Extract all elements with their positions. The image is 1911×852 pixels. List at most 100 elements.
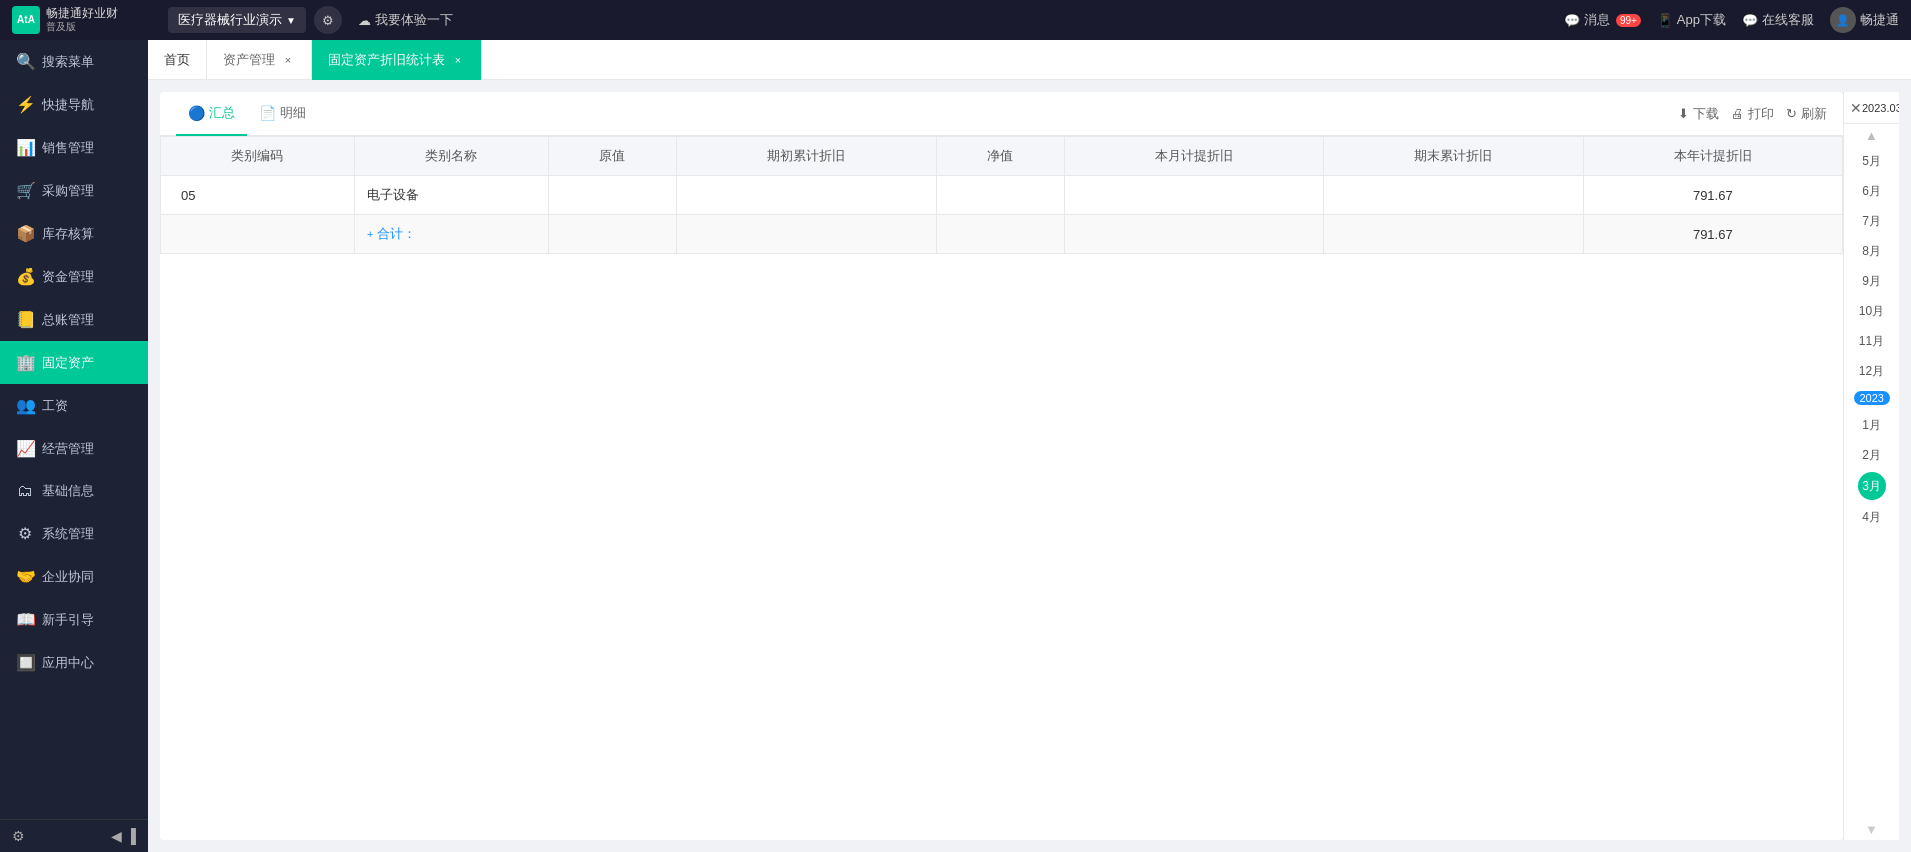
tab-depreciation-table[interactable]: 固定资产折旧统计表 × bbox=[312, 40, 482, 80]
sidebar-item-inventory[interactable]: 📦 库存核算 bbox=[0, 212, 148, 255]
sidebar-item-operations[interactable]: 📈 经营管理 bbox=[0, 427, 148, 470]
depreciation-table: 类别编码 类别名称 原值 期初累计折旧 净值 本月计提折旧 期末累计折旧 本年计… bbox=[160, 136, 1843, 254]
sidebar-item-cooperation[interactable]: 🤝 企业协同 bbox=[0, 555, 148, 598]
message-label: 消息 bbox=[1584, 11, 1610, 29]
month-2[interactable]: 2月 bbox=[1844, 440, 1899, 470]
month-10[interactable]: 10月 bbox=[1844, 296, 1899, 326]
tab-asset-mgmt[interactable]: 资产管理 × bbox=[207, 40, 312, 80]
sidebar-item-quick-nav[interactable]: ⚡ 快捷导航 bbox=[0, 83, 148, 126]
header-settings-button[interactable]: ⚙ bbox=[314, 6, 342, 34]
logo-text-block: 畅捷通好业财 普及版 bbox=[46, 6, 118, 34]
sidebar-item-app-center[interactable]: 🔲 应用中心 bbox=[0, 641, 148, 684]
sub-tab-detail[interactable]: 📄 明细 bbox=[247, 92, 318, 136]
download-label: 下载 bbox=[1693, 105, 1719, 123]
row-init-accum bbox=[677, 176, 936, 215]
cloud-icon: ☁ bbox=[358, 13, 371, 28]
right-panel-header: ✕ 2023.03 ⤢ bbox=[1844, 92, 1899, 124]
col-init-accum: 期初累计折旧 bbox=[677, 137, 936, 176]
col-original: 原值 bbox=[548, 137, 676, 176]
app-grid-icon: 🔲 bbox=[16, 653, 34, 672]
sidebar-label-quick-nav: 快捷导航 bbox=[42, 96, 94, 114]
tab-depreciation-label: 固定资产折旧统计表 bbox=[328, 51, 445, 69]
sidebar-item-fixed-assets[interactable]: 🏢 固定资产 bbox=[0, 341, 148, 384]
month-3-active[interactable]: 3月 bbox=[1844, 470, 1899, 502]
month-2-label: 2月 bbox=[1850, 442, 1894, 468]
experience-button[interactable]: ☁ 我要体验一下 bbox=[358, 11, 453, 29]
sum-init-accum bbox=[677, 215, 936, 254]
row-original bbox=[548, 176, 676, 215]
message-button[interactable]: 💬 消息 99+ bbox=[1564, 11, 1641, 29]
sidebar-item-guide[interactable]: 📖 新手引导 bbox=[0, 598, 148, 641]
tab-home[interactable]: 首页 bbox=[148, 40, 207, 80]
sidebar-item-basic-info[interactable]: 🗂 基础信息 bbox=[0, 470, 148, 512]
month-7[interactable]: 7月 bbox=[1844, 206, 1899, 236]
year-month-label: 2023.03 bbox=[1862, 102, 1899, 114]
sidebar-item-sales[interactable]: 📊 销售管理 bbox=[0, 126, 148, 169]
month-8[interactable]: 8月 bbox=[1844, 236, 1899, 266]
sub-tabs: 🔵 汇总 📄 明细 ⬇ 下载 🖨 打印 bbox=[160, 92, 1843, 136]
dropdown-icon: ▼ bbox=[286, 15, 296, 26]
month-9-label: 9月 bbox=[1850, 268, 1894, 294]
download-icon: ⬇ bbox=[1678, 106, 1689, 121]
sidebar-collapse-button[interactable]: ◀ ▐ bbox=[111, 828, 136, 844]
download-button[interactable]: ⬇ 下载 bbox=[1678, 105, 1719, 123]
month-12[interactable]: 12月 bbox=[1844, 356, 1899, 386]
sub-tab-summary[interactable]: 🔵 汇总 bbox=[176, 92, 247, 136]
sidebar-settings-button[interactable]: ⚙ bbox=[12, 828, 25, 844]
scroll-down-button[interactable]: ▼ bbox=[1844, 818, 1899, 840]
money-icon: 💰 bbox=[16, 267, 34, 286]
sidebar-label-search: 搜索菜单 bbox=[42, 53, 94, 71]
month-6[interactable]: 6月 bbox=[1844, 176, 1899, 206]
sum-year-depr: 791.67 bbox=[1583, 215, 1842, 254]
scroll-up-button[interactable]: ▲ bbox=[1844, 124, 1899, 146]
month-9[interactable]: 9月 bbox=[1844, 266, 1899, 296]
month-1-label: 1月 bbox=[1850, 412, 1894, 438]
month-5-label: 5月 bbox=[1850, 148, 1894, 174]
sidebar-item-search[interactable]: 🔍 搜索菜单 bbox=[0, 40, 148, 83]
month-5[interactable]: 5月 bbox=[1844, 146, 1899, 176]
month-1[interactable]: 1月 bbox=[1844, 410, 1899, 440]
month-10-label: 10月 bbox=[1850, 298, 1894, 324]
sum-monthly-depr bbox=[1064, 215, 1323, 254]
sidebar-item-finance[interactable]: 💰 资金管理 bbox=[0, 255, 148, 298]
sidebar-label-payroll: 工资 bbox=[42, 397, 68, 415]
header-right: 💬 消息 99+ 📱 App下载 💬 在线客服 👤 畅捷通 bbox=[1564, 7, 1899, 33]
app-download-button[interactable]: 📱 App下载 bbox=[1657, 11, 1726, 29]
sidebar-item-system[interactable]: ⚙ 系统管理 bbox=[0, 512, 148, 555]
message-badge: 99+ bbox=[1616, 14, 1641, 27]
sidebar-item-purchase[interactable]: 🛒 采购管理 bbox=[0, 169, 148, 212]
print-button[interactable]: 🖨 打印 bbox=[1731, 105, 1774, 123]
user-label: 畅捷通 bbox=[1860, 11, 1899, 29]
refresh-icon: ↻ bbox=[1786, 106, 1797, 121]
col-code: 类别编码 bbox=[161, 137, 355, 176]
refresh-button[interactable]: ↻ 刷新 bbox=[1786, 105, 1827, 123]
table-row: 05 电子设备 791.67 bbox=[161, 176, 1843, 215]
logo-sub: 普及版 bbox=[46, 20, 118, 34]
people-icon: 👥 bbox=[16, 396, 34, 415]
month-6-label: 6月 bbox=[1850, 178, 1894, 204]
user-button[interactable]: 👤 畅捷通 bbox=[1830, 7, 1899, 33]
sidebar-label-purchase: 采购管理 bbox=[42, 182, 94, 200]
expand-icon[interactable]: + bbox=[367, 228, 373, 240]
panel-close-button[interactable]: ✕ bbox=[1850, 100, 1862, 116]
tab-asset-mgmt-close[interactable]: × bbox=[281, 53, 295, 67]
sum-label-cell: + 合计： bbox=[354, 215, 548, 254]
print-label: 打印 bbox=[1748, 105, 1774, 123]
sum-net bbox=[936, 215, 1064, 254]
company-selector[interactable]: 医疗器械行业演示 ▼ bbox=[168, 7, 306, 33]
service-label: 在线客服 bbox=[1762, 11, 1814, 29]
sidebar-item-payroll[interactable]: 👥 工资 bbox=[0, 384, 148, 427]
month-4[interactable]: 4月 bbox=[1844, 502, 1899, 532]
month-11-label: 11月 bbox=[1850, 328, 1894, 354]
chart-icon: 📊 bbox=[16, 138, 34, 157]
logo-icon: AtA bbox=[12, 6, 40, 34]
service-button[interactable]: 💬 在线客服 bbox=[1742, 11, 1814, 29]
month-11[interactable]: 11月 bbox=[1844, 326, 1899, 356]
tab-depreciation-close[interactable]: × bbox=[451, 53, 465, 67]
sidebar-item-ledger[interactable]: 📒 总账管理 bbox=[0, 298, 148, 341]
month-8-label: 8月 bbox=[1850, 238, 1894, 264]
sidebar-label-sales: 销售管理 bbox=[42, 139, 94, 157]
tab-asset-mgmt-label: 资产管理 bbox=[223, 51, 275, 69]
col-name: 类别名称 bbox=[354, 137, 548, 176]
service-icon: 💬 bbox=[1742, 13, 1758, 28]
